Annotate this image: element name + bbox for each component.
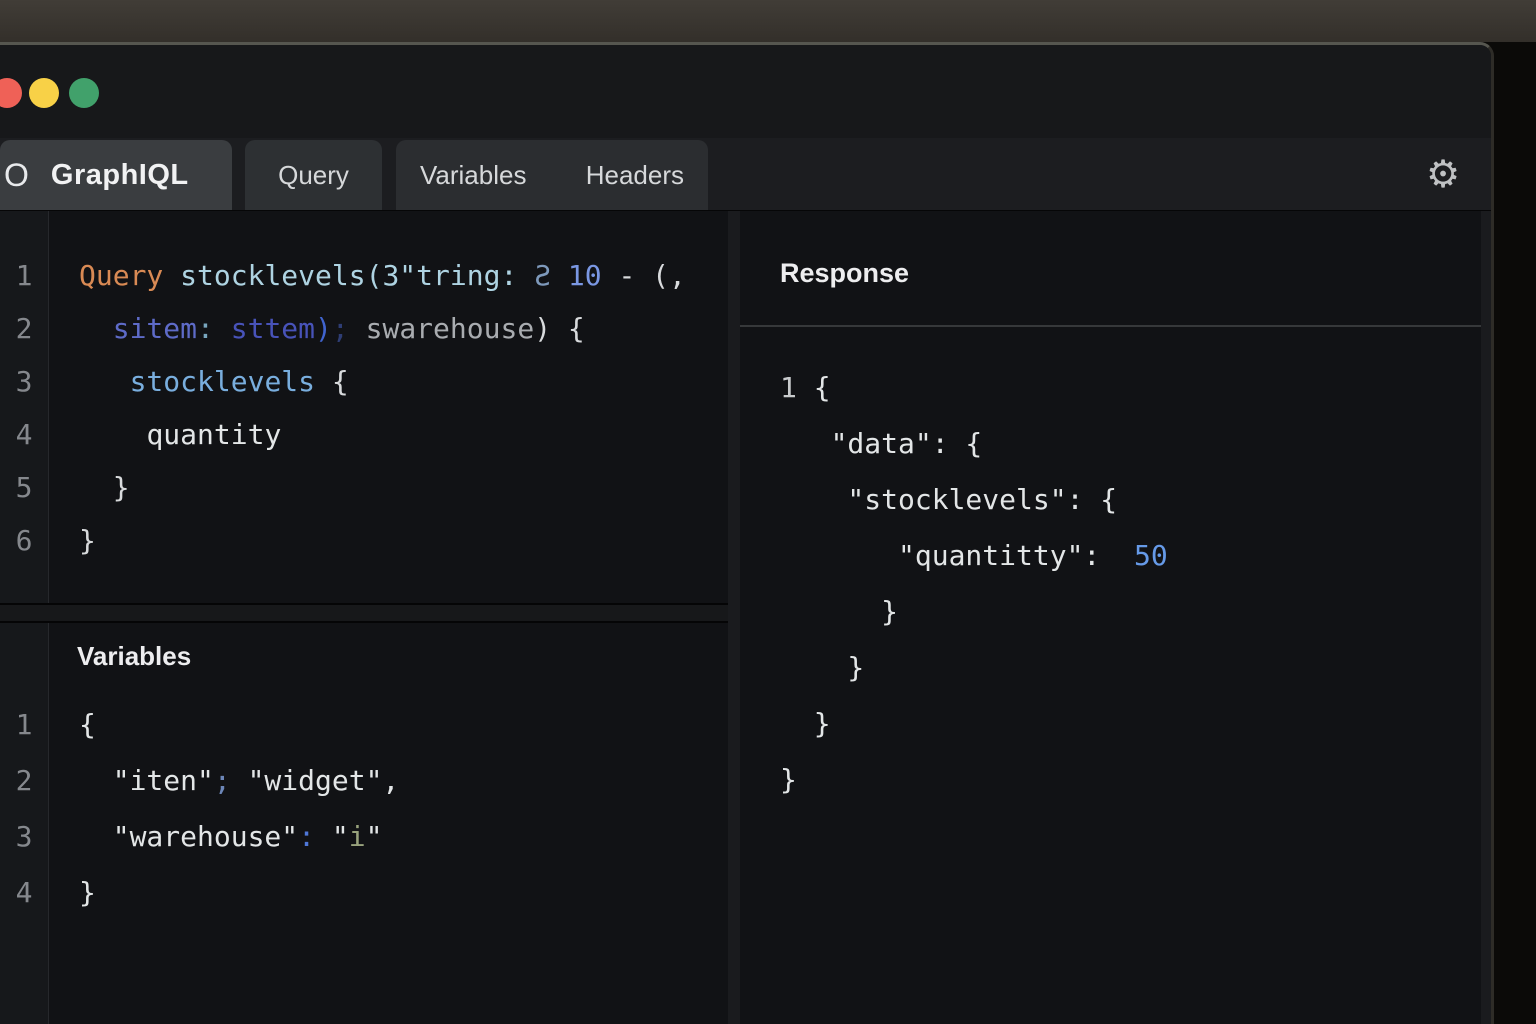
minimize-window-button[interactable] — [29, 78, 59, 108]
left-pane: 1 Query stocklevels(3"tring: Ƨ 10 - (, 2 s… — [0, 211, 728, 1024]
line-number: 4 — [15, 418, 33, 451]
settings-gear-icon[interactable]: ⚙ — [1426, 138, 1460, 210]
query-code: 1 Query stocklevels(3"tring: Ƨ 10 - (, 2 s… — [0, 211, 728, 567]
code-text: { — [79, 707, 96, 741]
code-text: } — [780, 594, 899, 628]
code-line: 4 quantity — [0, 408, 728, 461]
code-text: sitem: sttem); swarehouse) { — [112, 312, 585, 345]
code-text: } — [79, 875, 96, 909]
variables-editor[interactable]: Variables 1{2 "iten"; "widget", 3 "wareho… — [0, 623, 728, 1024]
code-line: 3 stocklevels { — [0, 355, 728, 408]
window-titlebar — [0, 45, 1491, 138]
code-text: "stocklevels": { — [780, 482, 1118, 516]
zoom-window-button[interactable] — [69, 78, 99, 108]
tab-group: Variables Headers — [396, 140, 708, 210]
code-line: "stocklevels": { — [780, 471, 1481, 527]
code-text: stocklevels { — [129, 365, 349, 398]
code-line: } — [780, 751, 1481, 807]
tab-query[interactable]: Query — [245, 140, 382, 210]
code-line: 2 "iten"; "widget", — [0, 752, 728, 808]
code-line: } — [780, 583, 1481, 639]
code-line: "quantitty": 50 — [780, 527, 1481, 583]
pane-divider-handle[interactable] — [0, 603, 728, 623]
code-text: } — [79, 471, 130, 504]
query-editor[interactable]: 1 Query stocklevels(3"tring: Ƨ 10 - (, 2 s… — [0, 211, 728, 603]
code-text: } — [780, 706, 831, 740]
tab-graphiql-app[interactable]: O GraphIQL — [0, 140, 232, 210]
code-text: } — [79, 524, 96, 557]
code-line: 2 sitem: sttem); swarehouse) { — [0, 302, 728, 355]
line-number: 3 — [15, 819, 33, 853]
code-text: } — [780, 650, 865, 684]
close-window-button[interactable] — [0, 78, 22, 108]
code-text: } — [780, 762, 797, 796]
code-text: "warehouse": "i" — [79, 819, 383, 853]
line-number: 1 — [15, 707, 33, 741]
line-number: 2 — [15, 763, 33, 797]
tab-variables[interactable]: Variables — [420, 160, 526, 191]
line-number: 4 — [15, 875, 33, 909]
code-line: } — [780, 695, 1481, 751]
response-body: 1 { "data": { "stocklevels": { "quantitt… — [740, 327, 1481, 807]
tab-query-label: Query — [278, 159, 349, 190]
main-content: 1 Query stocklevels(3"tring: Ƨ 10 - (, 2 s… — [0, 210, 1491, 1024]
code-line: 1 { — [780, 359, 1481, 415]
app-title: GraphIQL — [50, 158, 189, 191]
graphiql-window: O GraphIQL Query Variables Headers ⚙ 1 Qu… — [0, 42, 1494, 1024]
code-line: "data": { — [780, 415, 1481, 471]
code-line: 3 "warehouse": "i" — [0, 808, 728, 864]
code-line: 1{ — [0, 696, 728, 752]
response-header: Response — [740, 211, 1481, 327]
code-text: quantity — [146, 418, 282, 451]
tab-headers[interactable]: Headers — [586, 160, 684, 191]
variables-code: 1{2 "iten"; "widget", 3 "warehouse": "i" 4… — [0, 623, 728, 920]
code-text: "iten"; "widget", — [79, 763, 400, 797]
response-panel-title: Response — [780, 258, 910, 288]
line-number: 5 — [15, 471, 33, 504]
code-text: "data": { — [780, 426, 983, 460]
line-number: 2 — [15, 312, 33, 345]
graphiql-logo-icon: O — [4, 157, 29, 193]
line-number: 6 — [15, 524, 33, 557]
code-line: } — [780, 639, 1481, 695]
line-number: 1 — [15, 259, 33, 292]
tab-bar: O GraphIQL Query Variables Headers ⚙ — [0, 138, 1491, 210]
code-text: Query stocklevels(3"tring: Ƨ 10 - (, — [79, 259, 686, 292]
code-line: 5 } — [0, 461, 728, 514]
desktop-top-band — [0, 0, 1536, 42]
code-line: 6} — [0, 514, 728, 567]
code-line: 1 Query stocklevels(3"tring: Ƨ 10 - (, — [0, 249, 728, 302]
desktop-background: O GraphIQL Query Variables Headers ⚙ 1 Qu… — [0, 0, 1536, 1024]
code-text: 1 { — [780, 370, 831, 404]
line-number: 3 — [15, 365, 33, 398]
code-text: "quantitty": 50 — [780, 538, 1168, 572]
code-line: 4} — [0, 864, 728, 920]
response-panel[interactable]: Response 1 { "data": { "stocklevels": { … — [740, 211, 1481, 1024]
